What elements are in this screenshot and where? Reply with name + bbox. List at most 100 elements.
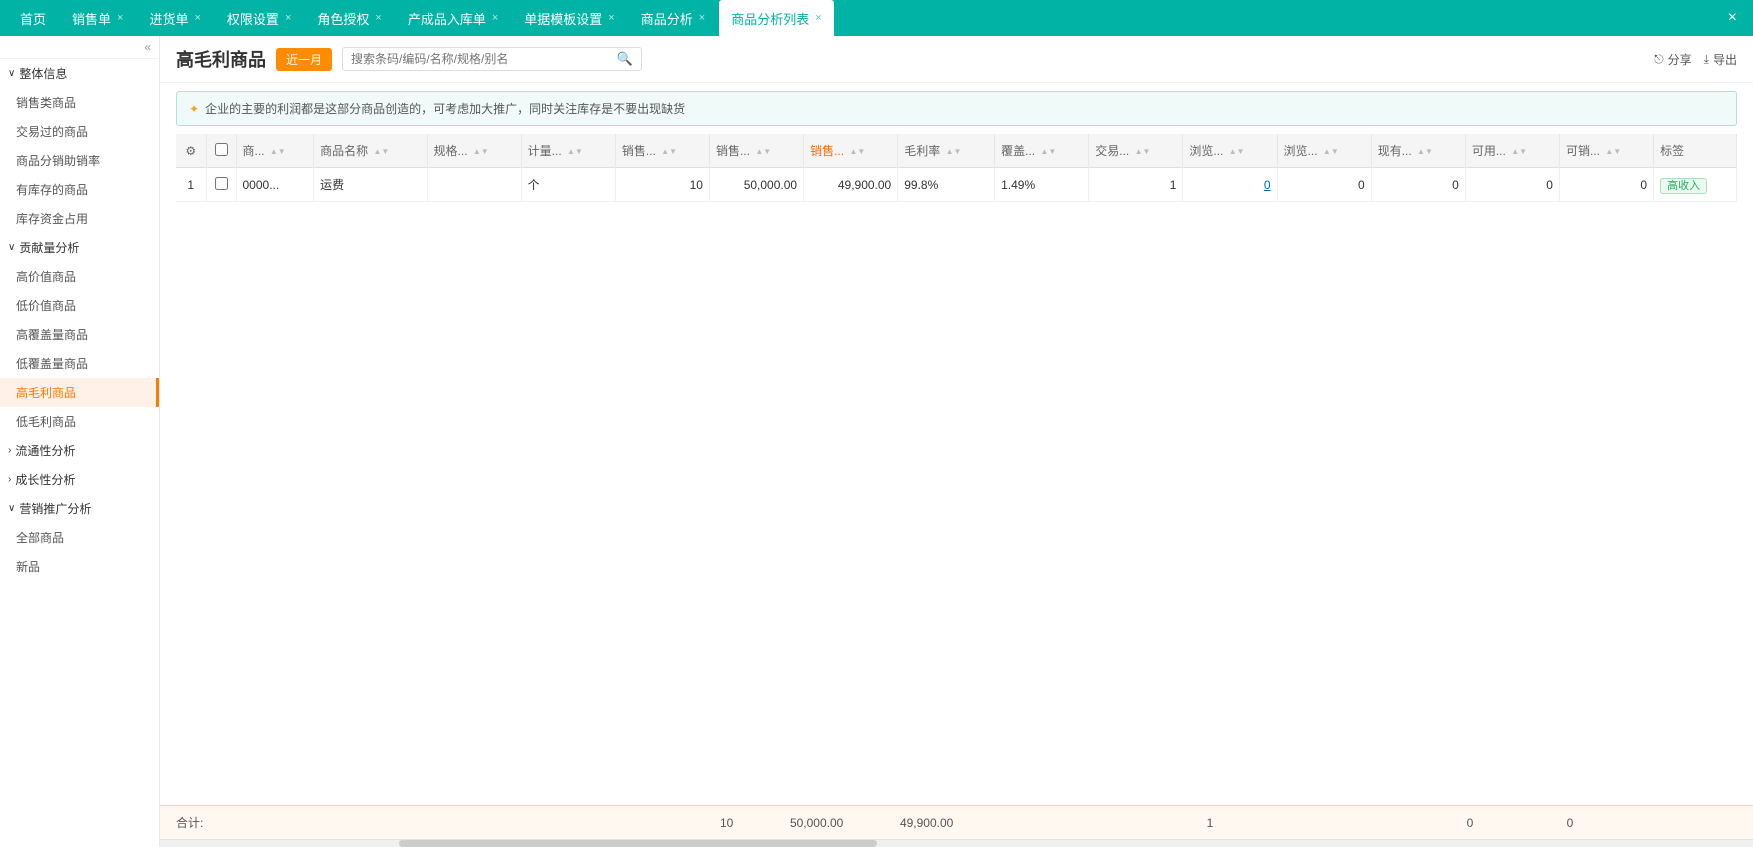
sidebar-item-low-margin[interactable]: 低毛利商品 bbox=[0, 407, 159, 436]
footer-current-stock: 0 bbox=[1393, 816, 1473, 830]
sort-icon[interactable]: ▲▼ bbox=[946, 147, 962, 156]
col-views2[interactable]: 浏览... ▲▼ bbox=[1277, 134, 1371, 168]
sidebar-group-overall[interactable]: ∨ 整体信息 bbox=[0, 59, 159, 88]
nav-home[interactable]: 首页 bbox=[8, 0, 58, 36]
col-tag[interactable]: 标签 bbox=[1654, 134, 1737, 168]
sidebar-item-inventory-capital[interactable]: 库存资金占用 bbox=[0, 204, 159, 233]
chevron-right-icon: › bbox=[8, 474, 11, 485]
sort-icon[interactable]: ▲▼ bbox=[1511, 147, 1527, 156]
nav-product-warehouse[interactable]: 产成品入库单 × bbox=[396, 0, 510, 36]
header-actions: ⎋ 分享 ⤓ 导出 bbox=[1654, 51, 1737, 68]
sort-icon[interactable]: ▲▼ bbox=[567, 147, 583, 156]
sidebar-item-all-products[interactable]: 全部商品 bbox=[0, 523, 159, 552]
sidebar-item-new-products[interactable]: 新品 bbox=[0, 552, 159, 581]
row-views2: 0 bbox=[1277, 168, 1371, 202]
nav-template-settings[interactable]: 单据模板设置 × bbox=[512, 0, 626, 36]
col-sales3[interactable]: 销售... ▲▼ bbox=[804, 134, 898, 168]
filter-recent-month-button[interactable]: 近一月 bbox=[276, 48, 332, 71]
export-button[interactable]: ⤓ 导出 bbox=[1704, 51, 1737, 68]
sidebar-group-growth[interactable]: › 成长性分析 bbox=[0, 465, 159, 494]
nav-permission-settings[interactable]: 权限设置 × bbox=[215, 0, 303, 36]
sidebar: « ∨ 整体信息 销售类商品 交易过的商品 商品分销助销率 有库存的商品 库存资… bbox=[0, 36, 160, 847]
col-current-stock[interactable]: 现有... ▲▼ bbox=[1371, 134, 1465, 168]
sort-icon[interactable]: ▲▼ bbox=[1040, 147, 1056, 156]
row-sales1: 10 bbox=[615, 168, 709, 202]
info-banner: ✦ 企业的主要的利润都是这部分商品创造的，可考虑加大推广，同时关注库存是不要出现… bbox=[176, 91, 1737, 126]
col-settings[interactable]: ⚙ bbox=[176, 134, 206, 168]
sort-icon[interactable]: ▲▼ bbox=[1229, 147, 1245, 156]
share-button[interactable]: ⎋ 分享 bbox=[1654, 51, 1692, 68]
sort-icon[interactable]: ▲▼ bbox=[270, 147, 286, 156]
search-input[interactable] bbox=[351, 52, 613, 66]
close-icon[interactable]: × bbox=[375, 12, 381, 24]
sidebar-group-contribution[interactable]: ∨ 贡献量分析 bbox=[0, 233, 159, 262]
col-code[interactable]: 商... ▲▼ bbox=[236, 134, 314, 168]
close-icon[interactable]: × bbox=[492, 12, 498, 24]
close-icon[interactable]: × bbox=[285, 12, 291, 24]
nav-product-analysis[interactable]: 商品分析 × bbox=[629, 0, 717, 36]
col-available[interactable]: 可用... ▲▼ bbox=[1465, 134, 1559, 168]
sort-icon[interactable]: ▲▼ bbox=[849, 147, 865, 156]
close-icon[interactable]: × bbox=[608, 12, 614, 24]
scrollbar-thumb[interactable] bbox=[399, 840, 877, 847]
sort-icon[interactable]: ▲▼ bbox=[1135, 147, 1151, 156]
row-gross-margin: 99.8% bbox=[898, 168, 995, 202]
col-name[interactable]: 商品名称 ▲▼ bbox=[314, 134, 427, 168]
sidebar-item-high-coverage[interactable]: 高覆盖量商品 bbox=[0, 320, 159, 349]
nav-sales-order[interactable]: 销售单 × bbox=[60, 0, 135, 36]
col-gross-margin[interactable]: 毛利率 ▲▼ bbox=[898, 134, 995, 168]
col-coverage[interactable]: 覆盖... ▲▼ bbox=[995, 134, 1089, 168]
sidebar-item-low-coverage[interactable]: 低覆盖量商品 bbox=[0, 349, 159, 378]
row-unit: 个 bbox=[521, 168, 615, 202]
sidebar-item-traded-products[interactable]: 交易过的商品 bbox=[0, 117, 159, 146]
sidebar-item-high-margin[interactable]: 高毛利商品 bbox=[0, 378, 159, 407]
horizontal-scrollbar[interactable] bbox=[160, 839, 1753, 847]
nav-product-analysis-list[interactable]: 商品分析列表 × bbox=[719, 0, 833, 36]
sort-icon[interactable]: ▲▼ bbox=[1605, 147, 1621, 156]
close-icon[interactable]: × bbox=[815, 12, 821, 24]
row-transactions: 1 bbox=[1089, 168, 1183, 202]
close-icon[interactable]: × bbox=[699, 12, 705, 24]
sidebar-group-liquidity[interactable]: › 流通性分析 bbox=[0, 436, 159, 465]
select-all-checkbox[interactable] bbox=[215, 143, 228, 156]
search-icon[interactable]: 🔍 bbox=[617, 51, 633, 67]
row-sales2: 50,000.00 bbox=[709, 168, 803, 202]
chevron-down-icon: ∨ bbox=[8, 68, 15, 79]
sidebar-item-sales-products[interactable]: 销售类商品 bbox=[0, 88, 159, 117]
col-unit[interactable]: 计量... ▲▼ bbox=[521, 134, 615, 168]
sort-icon[interactable]: ▲▼ bbox=[755, 147, 771, 156]
nav-purchase-order[interactable]: 进货单 × bbox=[137, 0, 212, 36]
col-spec[interactable]: 规格... ▲▼ bbox=[427, 134, 521, 168]
col-checkbox bbox=[206, 134, 236, 168]
close-icon[interactable]: × bbox=[117, 12, 123, 24]
sort-icon[interactable]: ▲▼ bbox=[1417, 147, 1433, 156]
table-row: 1 0000... 运费 个 10 50,000.00 49,900.00 99… bbox=[176, 168, 1737, 202]
col-transactions[interactable]: 交易... ▲▼ bbox=[1089, 134, 1183, 168]
col-sales1[interactable]: 销售... ▲▼ bbox=[615, 134, 709, 168]
col-sales2[interactable]: 销售... ▲▼ bbox=[709, 134, 803, 168]
sidebar-item-low-value[interactable]: 低价值商品 bbox=[0, 291, 159, 320]
sort-icon[interactable]: ▲▼ bbox=[661, 147, 677, 156]
col-saleable[interactable]: 可销... ▲▼ bbox=[1559, 134, 1653, 168]
nav-role-auth[interactable]: 角色授权 × bbox=[305, 0, 393, 36]
close-all-button[interactable]: × bbox=[1720, 9, 1745, 27]
chevron-down-icon: ∨ bbox=[8, 503, 15, 514]
chevron-down-icon: ∨ bbox=[8, 242, 15, 253]
sidebar-group-marketing[interactable]: ∨ 营销推广分析 bbox=[0, 494, 159, 523]
sidebar-item-high-value[interactable]: 高价值商品 bbox=[0, 262, 159, 291]
sort-icon[interactable]: ▲▼ bbox=[473, 147, 489, 156]
sort-icon[interactable]: ▲▼ bbox=[373, 147, 389, 156]
sidebar-item-distribution-rate[interactable]: 商品分销助销率 bbox=[0, 146, 159, 175]
main-layout: « ∨ 整体信息 销售类商品 交易过的商品 商品分销助销率 有库存的商品 库存资… bbox=[0, 36, 1753, 847]
main-content: 高毛利商品 近一月 🔍 ⎋ 分享 ⤓ 导出 ✦ 企业的主要的利润都是这部分商品创… bbox=[160, 36, 1753, 847]
sort-icon[interactable]: ▲▼ bbox=[1323, 147, 1339, 156]
sidebar-item-stocked-products[interactable]: 有库存的商品 bbox=[0, 175, 159, 204]
col-views1[interactable]: 浏览... ▲▼ bbox=[1183, 134, 1277, 168]
close-icon[interactable]: × bbox=[194, 12, 200, 24]
row-checkbox[interactable] bbox=[206, 168, 236, 202]
row-views1[interactable]: 0 bbox=[1183, 168, 1277, 202]
search-box: 🔍 bbox=[342, 47, 642, 71]
sidebar-collapse-button[interactable]: « bbox=[0, 36, 159, 59]
row-sales3: 49,900.00 bbox=[804, 168, 898, 202]
star-icon: ✦ bbox=[189, 102, 199, 116]
